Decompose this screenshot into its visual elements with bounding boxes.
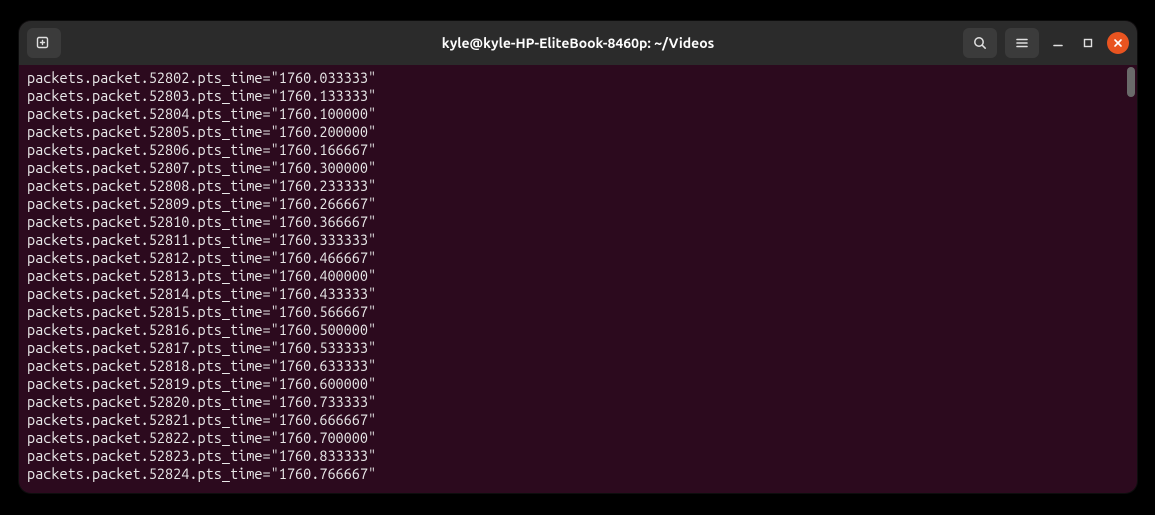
terminal-line: packets.packet.52804.pts_time="1760.1000… (27, 105, 1129, 123)
terminal-line: packets.packet.52817.pts_time="1760.5333… (27, 339, 1129, 357)
terminal-line: packets.packet.52824.pts_time="1760.7666… (27, 465, 1129, 483)
minimize-button[interactable] (1047, 32, 1069, 54)
terminal-line: packets.packet.52821.pts_time="1760.6666… (27, 411, 1129, 429)
close-icon (1113, 38, 1123, 48)
terminal-line: packets.packet.52808.pts_time="1760.2333… (27, 177, 1129, 195)
maximize-icon (1082, 37, 1094, 49)
terminal-line: packets.packet.52811.pts_time="1760.3333… (27, 231, 1129, 249)
terminal-line: packets.packet.52806.pts_time="1760.1666… (27, 141, 1129, 159)
terminal-line: packets.packet.52813.pts_time="1760.4000… (27, 267, 1129, 285)
titlebar: kyle@kyle-HP-EliteBook-8460p: ~/Videos (19, 21, 1137, 65)
terminal-line: packets.packet.52815.pts_time="1760.5666… (27, 303, 1129, 321)
close-button[interactable] (1107, 32, 1129, 54)
new-tab-icon (36, 35, 52, 51)
terminal-line: packets.packet.52822.pts_time="1760.7000… (27, 429, 1129, 447)
minimize-icon (1052, 37, 1064, 49)
search-icon (972, 35, 988, 51)
terminal-line: packets.packet.52805.pts_time="1760.2000… (27, 123, 1129, 141)
hamburger-icon (1014, 35, 1030, 51)
terminal-line: packets.packet.52814.pts_time="1760.4333… (27, 285, 1129, 303)
menu-button[interactable] (1005, 28, 1039, 58)
scrollbar-thumb[interactable] (1127, 67, 1135, 97)
new-tab-button[interactable] (27, 28, 61, 58)
terminal-line: packets.packet.52803.pts_time="1760.1333… (27, 87, 1129, 105)
terminal-line: packets.packet.52820.pts_time="1760.7333… (27, 393, 1129, 411)
terminal-line: packets.packet.52812.pts_time="1760.4666… (27, 249, 1129, 267)
terminal-line: packets.packet.52810.pts_time="1760.3666… (27, 213, 1129, 231)
terminal-line: packets.packet.52819.pts_time="1760.6000… (27, 375, 1129, 393)
terminal-line: packets.packet.52818.pts_time="1760.6333… (27, 357, 1129, 375)
terminal-line: packets.packet.52807.pts_time="1760.3000… (27, 159, 1129, 177)
terminal-line: packets.packet.52823.pts_time="1760.8333… (27, 447, 1129, 465)
terminal-window: kyle@kyle-HP-EliteBook-8460p: ~/Videos (19, 21, 1137, 493)
terminal-line: packets.packet.52809.pts_time="1760.2666… (27, 195, 1129, 213)
terminal-line: packets.packet.52816.pts_time="1760.5000… (27, 321, 1129, 339)
search-button[interactable] (963, 28, 997, 58)
terminal-body[interactable]: packets.packet.52802.pts_time="1760.0333… (19, 65, 1137, 493)
maximize-button[interactable] (1077, 32, 1099, 54)
terminal-line: packets.packet.52802.pts_time="1760.0333… (27, 69, 1129, 87)
